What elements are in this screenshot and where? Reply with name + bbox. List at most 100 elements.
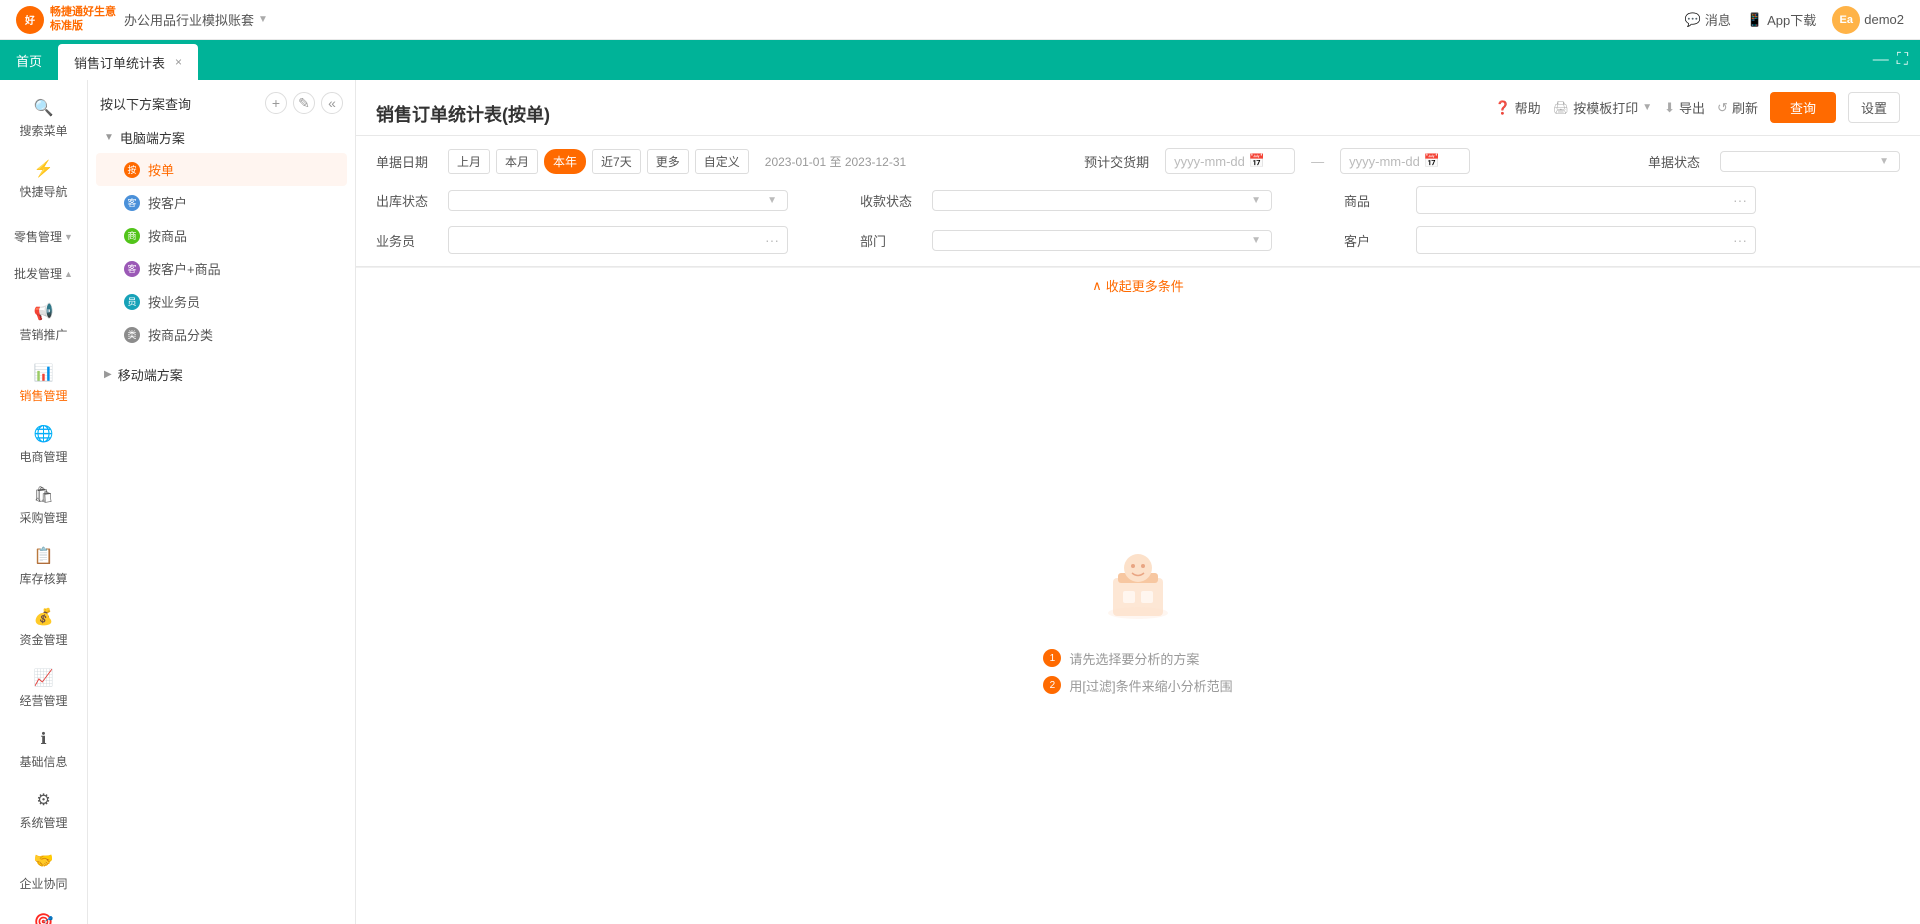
collapse-row[interactable]: ∧ 收起更多条件 (356, 267, 1920, 303)
message-btn[interactable]: 💬 消息 (1685, 10, 1731, 29)
date-dash: — (1311, 154, 1324, 169)
customer-input[interactable]: ··· (1416, 226, 1756, 254)
sidebar-item-purchase[interactable]: 🛍 采购管理 (0, 475, 87, 536)
scheme-item-by-category[interactable]: 类 按商品分类 (96, 318, 347, 351)
date-btn-more[interactable]: 更多 (647, 149, 689, 174)
doc-status-select[interactable]: ▼ (1720, 151, 1900, 172)
date-label: 单据日期 (376, 152, 432, 171)
expand-arrow-icon: ▼ (104, 132, 114, 143)
help-icon: ❓ (1494, 100, 1510, 116)
expected-date-end[interactable]: yyyy-mm-dd 📅 (1340, 148, 1470, 174)
logo-area: 好 畅捷通好生意 标准版 (16, 6, 116, 34)
filter-area: 单据日期 上月 本月 本年 近7天 更多 自定义 2023-01-01 至 20… (356, 136, 1920, 267)
sidebar-item-operation[interactable]: 📈 经营管理 (0, 658, 87, 719)
ship-status-label: 出库状态 (376, 191, 432, 210)
help-btn[interactable]: ❓ 帮助 (1494, 98, 1540, 117)
goods-input[interactable]: ··· (1416, 186, 1756, 214)
export-btn[interactable]: ⬇ 导出 (1664, 98, 1705, 117)
sidebar-item-wholesale[interactable]: 批发管理 ▲ (0, 255, 87, 292)
scheme-group-pc: ▼ 电脑端方案 按 按单 客 按客户 商 按商品 客 按客 (88, 122, 355, 351)
print-btn[interactable]: 🖨 按模板打印 ▼ (1553, 98, 1652, 117)
system-icon: ⚙ (36, 790, 50, 810)
collection-status-select[interactable]: ▼ (932, 190, 1272, 211)
sidebar-item-marketing[interactable]: 📢 营销推广 (0, 292, 87, 353)
date-btn-lastmonth[interactable]: 上月 (448, 149, 490, 174)
basic-icon: ℹ (40, 729, 46, 749)
collapse-panel-btn[interactable]: « (321, 92, 343, 114)
edit-scheme-btn[interactable]: ✎ (293, 92, 315, 114)
collection-status-label: 收款状态 (860, 191, 916, 210)
tab-sales-order[interactable]: 销售订单统计表 × (58, 44, 198, 80)
doc-status-chevron-icon: ▼ (1879, 156, 1889, 167)
industry-selector[interactable]: 办公用品行业模拟账套 ▼ (124, 10, 268, 29)
ecommerce-icon: 🌐 (34, 424, 54, 444)
sidebar-item-enterprise[interactable]: 🤝 企业协同 (0, 841, 87, 902)
sidebar-item-quick-nav[interactable]: ⚡ 快捷导航 (0, 149, 87, 210)
finance-icon: 💰 (34, 607, 54, 627)
app-download-btn[interactable]: 📱 App下载 (1747, 10, 1816, 29)
salesman-label: 业务员 (376, 231, 432, 250)
date-btn-thismonth[interactable]: 本月 (496, 149, 538, 174)
avatar: Ea (1832, 6, 1860, 34)
goods-dots-icon[interactable]: ··· (1733, 192, 1747, 208)
date-btn-thisyear[interactable]: 本年 (544, 149, 586, 174)
collection-chevron-icon: ▼ (1251, 195, 1261, 206)
date-btn-7days[interactable]: 近7天 (592, 149, 641, 174)
top-bar: 好 畅捷通好生意 标准版 办公用品行业模拟账套 ▼ 💬 消息 📱 App下载 E… (0, 0, 1920, 40)
salesman-dots-icon[interactable]: ··· (765, 232, 779, 248)
page-title: 销售订单统计表(按单) (376, 101, 550, 127)
date-quick-group: 上月 本月 本年 近7天 更多 自定义 (448, 149, 749, 174)
date-btn-custom[interactable]: 自定义 (695, 149, 749, 174)
filter-row-staff: 业务员 ··· 部门 ▼ 客户 ··· (376, 226, 1900, 254)
refresh-btn[interactable]: ↺ 刷新 (1717, 98, 1758, 117)
sidebar: 🔍 搜索菜单 ⚡ 快捷导航 零售管理 ▼ 批发管理 ▲ 📢 营销推广 📊 销售管… (0, 80, 88, 924)
print-icon: 🖨 (1553, 100, 1570, 116)
empty-illustration (1088, 533, 1188, 633)
sidebar-item-sales[interactable]: 📊 销售管理 (0, 353, 87, 414)
query-button[interactable]: 查询 (1770, 92, 1836, 123)
user-menu[interactable]: Ea demo2 (1832, 6, 1904, 34)
dept-select[interactable]: ▼ (932, 230, 1272, 251)
scheme-item-by-salesman[interactable]: 员 按业务员 (96, 285, 347, 318)
purchase-icon: 🛍 (33, 485, 53, 505)
sales-icon: 📊 (34, 363, 54, 383)
tab-bar: 首页 销售订单统计表 × — ⛶ (0, 40, 1920, 80)
logo-text: 畅捷通好生意 标准版 (50, 6, 116, 32)
sidebar-item-finance[interactable]: 💰 资金管理 (0, 597, 87, 658)
sidebar-item-basic[interactable]: ℹ 基础信息 (0, 719, 87, 780)
maximize-icon[interactable]: ⛶ (1897, 51, 1908, 69)
scheme-item-by-customer[interactable]: 客 按客户 (96, 186, 347, 219)
sidebar-item-search-menu[interactable]: 🔍 搜索菜单 (0, 88, 87, 149)
scheme-group-mobile-title[interactable]: ▶ 移动端方案 (96, 359, 347, 390)
top-bar-left: 好 畅捷通好生意 标准版 办公用品行业模拟账套 ▼ (16, 6, 268, 34)
tab-home[interactable]: 首页 (0, 40, 58, 80)
salesman-input[interactable]: ··· (448, 226, 788, 254)
scheme-item-by-goods[interactable]: 商 按商品 (96, 219, 347, 252)
settings-button[interactable]: 设置 (1848, 92, 1900, 123)
customer-dots-icon[interactable]: ··· (1733, 232, 1747, 248)
guide-icon: 🎯 (34, 912, 54, 924)
sidebar-item-inventory[interactable]: 📋 库存核算 (0, 536, 87, 597)
tab-close-icon[interactable]: × (175, 55, 182, 69)
chevron-icon: ▲ (64, 269, 73, 279)
sidebar-item-retail[interactable]: 零售管理 ▼ (0, 218, 87, 255)
customer-label: 客户 (1344, 231, 1400, 250)
empty-state: 1 请先选择要分析的方案 2 用[过滤]条件来缩小分析范围 (356, 303, 1920, 924)
scheme-item-by-order[interactable]: 按 按单 (96, 153, 347, 186)
enterprise-icon: 🤝 (34, 851, 54, 871)
minimize-icon[interactable]: — (1873, 51, 1889, 69)
scheme-item-by-cust-goods[interactable]: 客 按客户+商品 (96, 252, 347, 285)
inventory-icon: 📋 (34, 546, 54, 566)
sidebar-item-ecommerce[interactable]: 🌐 电商管理 (0, 414, 87, 475)
sidebar-item-guide[interactable]: 🎯 新手引导 (0, 902, 87, 924)
add-scheme-btn[interactable]: + (265, 92, 287, 114)
scheme-group-pc-title[interactable]: ▼ 电脑端方案 (96, 122, 347, 153)
ship-status-select[interactable]: ▼ (448, 190, 788, 211)
sidebar-item-system[interactable]: ⚙ 系统管理 (0, 780, 87, 841)
expected-date-start[interactable]: yyyy-mm-dd 📅 (1165, 148, 1295, 174)
search-icon: 🔍 (34, 98, 54, 118)
chevron-icon: ▼ (64, 232, 73, 242)
logo-icon: 好 (16, 6, 44, 34)
collapse-icon: ∧ (1092, 278, 1102, 294)
tip-num-1: 1 (1043, 649, 1061, 667)
